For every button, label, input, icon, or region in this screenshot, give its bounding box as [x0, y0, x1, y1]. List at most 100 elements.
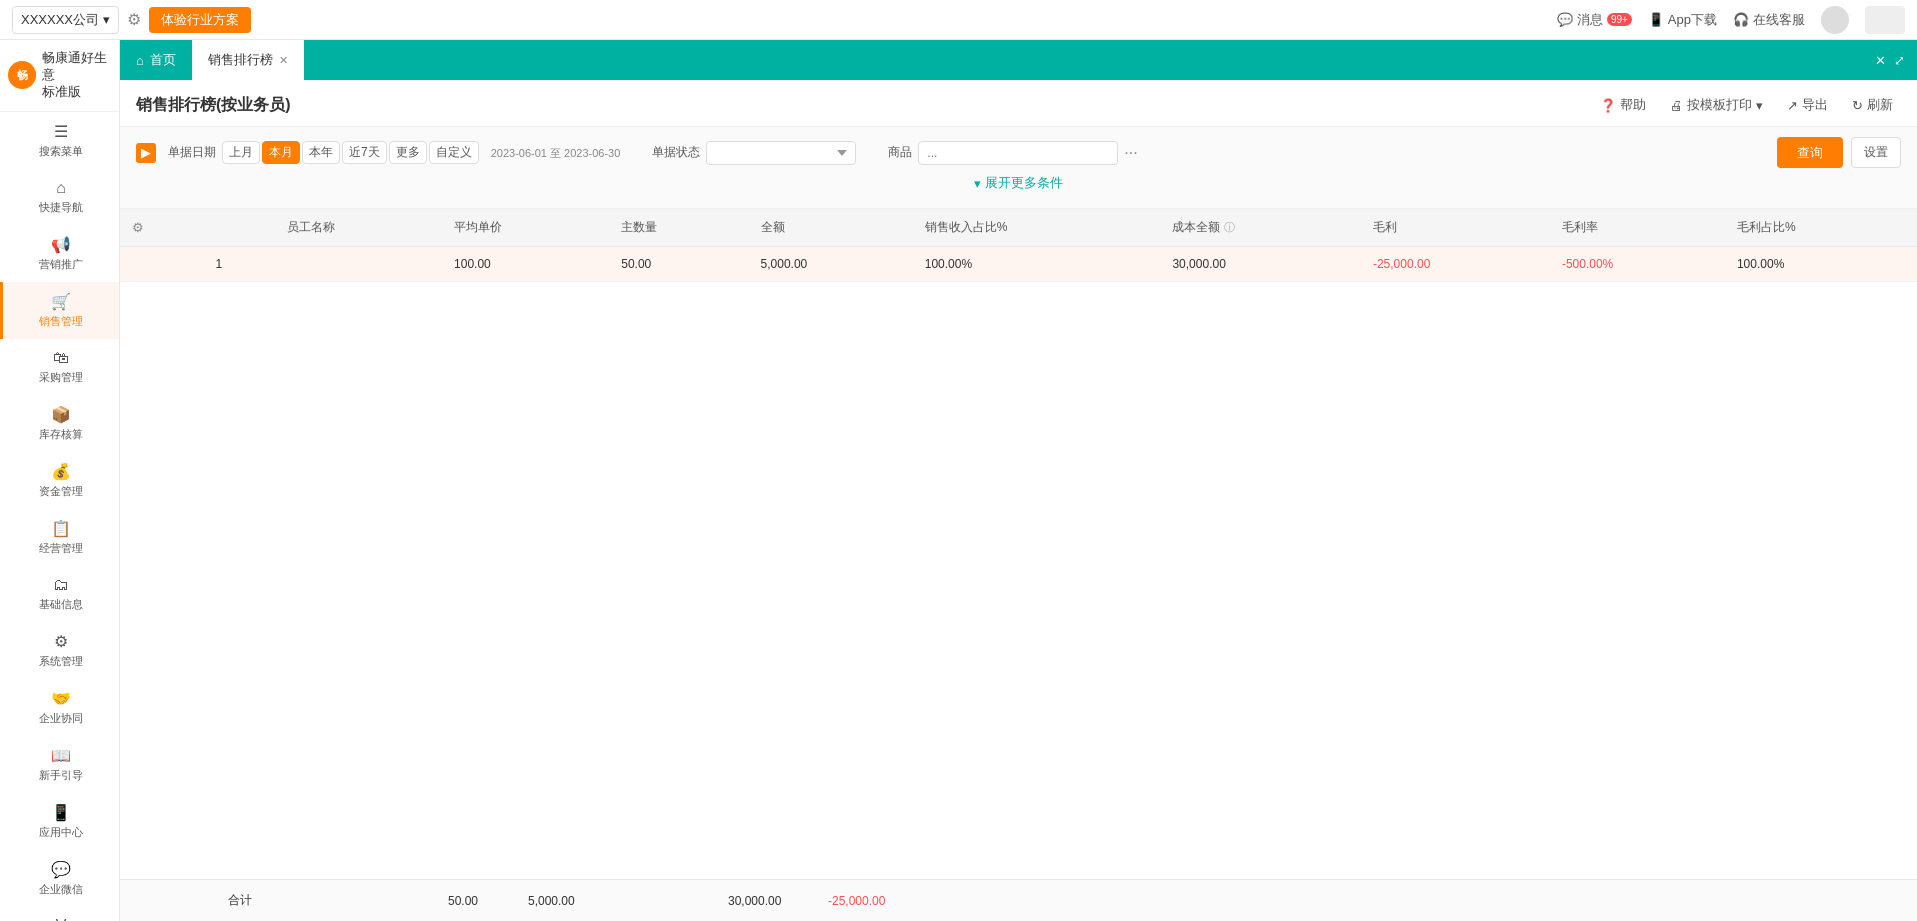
expand-more-btn[interactable]: ▾ 展开更多条件 — [974, 174, 1063, 192]
logo-icon: 畅 — [8, 59, 36, 91]
table-footer: 合计 50.00 5,000.00 30,000.00 -25,000.00 — [120, 879, 1917, 921]
status-filter: 单据状态 — [652, 141, 856, 165]
headset-icon: 🎧 — [1733, 12, 1749, 27]
goods-filter: 商品 ··· — [888, 141, 1137, 165]
filter-toggle-btn[interactable]: ▶ — [136, 143, 156, 163]
status-select[interactable] — [706, 141, 856, 165]
col-amount: 全额 — [749, 209, 913, 247]
sidebar-item-operations[interactable]: 📋 经营管理 — [0, 509, 119, 566]
top-bar: XXXXXX公司 ▾ ⚙ 体验行业方案 💬 消息 99+ 📱 App下载 🎧 在… — [0, 0, 1917, 40]
experience-btn[interactable]: 体验行业方案 — [149, 7, 251, 33]
col-rank — [204, 209, 275, 247]
filter-actions: 查询 设置 — [1777, 137, 1901, 168]
period-7days[interactable]: 近7天 — [342, 141, 387, 164]
period-prev-month[interactable]: 上月 — [222, 141, 260, 164]
app-download-btn[interactable]: 📱 App下载 — [1648, 11, 1717, 29]
sidebar-item-app-center[interactable]: 📱 应用中心 — [0, 793, 119, 850]
sidebar-item-vip[interactable]: V 畅会员 — [0, 907, 119, 921]
operations-icon: 📋 — [51, 519, 71, 538]
sidebar-item-search-orders[interactable]: ☰ 搜索菜单 — [0, 112, 119, 169]
refresh-btn[interactable]: ↻ 刷新 — [1844, 92, 1901, 118]
content-area: ⌂ 首页 销售排行榜 ✕ ✕ ⤢ 销售排行榜(按业务员) ❓ 帮助 — [120, 40, 1917, 921]
col-settings[interactable]: ⚙ — [120, 209, 204, 247]
newcomer-guide-icon: 📖 — [51, 746, 71, 765]
purchase-mgmt-label: 采购管理 — [39, 370, 83, 385]
sidebar-item-enterprise-wechat[interactable]: 💬 企业微信 — [0, 850, 119, 907]
date-range-text: 2023-06-01 至 2023-06-30 — [491, 146, 621, 161]
sidebar-item-finance[interactable]: 💰 资金管理 — [0, 452, 119, 509]
enterprise-collab-label: 企业协同 — [39, 711, 83, 726]
help-icon: ❓ — [1600, 98, 1616, 113]
sidebar-item-newcomer-guide[interactable]: 📖 新手引导 — [0, 736, 119, 793]
period-custom[interactable]: 自定义 — [429, 141, 479, 164]
table-row: 1 100.00 50.00 5,000.00 100.00% 30,000.0… — [120, 247, 1917, 282]
print-btn[interactable]: 🖨 按模板打印 ▾ — [1662, 92, 1771, 118]
sidebar: 畅 畅康通好生意 标准版 ☰ 搜索菜单 ⌂ 快捷导航 📢 营销推广 🛒 销售管理… — [0, 40, 120, 921]
tab-home[interactable]: ⌂ 首页 — [120, 40, 192, 80]
col-cost: 成本全额 ⓘ — [1160, 209, 1361, 247]
col-qty: 主数量 — [609, 209, 748, 247]
tab-close-icon[interactable]: ✕ — [279, 54, 288, 67]
goods-input[interactable] — [918, 141, 1118, 165]
col-profit: 毛利 — [1361, 209, 1550, 247]
query-btn[interactable]: 查询 — [1777, 137, 1843, 168]
goods-label: 商品 — [888, 144, 912, 161]
cell-settings — [120, 247, 204, 282]
sidebar-item-quick-nav[interactable]: ⌂ 快捷导航 — [0, 169, 119, 225]
table-body: 1 100.00 50.00 5,000.00 100.00% 30,000.0… — [120, 247, 1917, 282]
newcomer-guide-label: 新手引导 — [39, 768, 83, 783]
sidebar-item-system[interactable]: ⚙ 系统管理 — [0, 622, 119, 679]
page-content: 销售排行榜(按业务员) ❓ 帮助 🖨 按模板打印 ▾ ↗ 导出 — [120, 80, 1917, 921]
footer-profit: -25,000.00 — [816, 890, 916, 912]
sidebar-item-enterprise-collab[interactable]: 🤝 企业协同 — [0, 679, 119, 736]
sidebar-item-basic-info[interactable]: 🗂 基础信息 — [0, 566, 119, 622]
window-maximize-icon[interactable]: ⤢ — [1894, 53, 1905, 68]
goods-more-icon[interactable]: ··· — [1124, 144, 1137, 162]
chevron-down-icon: ▾ — [103, 12, 110, 27]
col-profit-rate: 毛利率 — [1550, 209, 1725, 247]
sidebar-item-marketing[interactable]: 📢 营销推广 — [0, 225, 119, 282]
col-name: 员工名称 — [275, 209, 442, 247]
table-wrapper: ⚙ 员工名称 平均单价 主数量 全额 销售收入占比% 成本全额 ⓘ 毛利 毛利率… — [120, 209, 1917, 879]
tabs-bar: ⌂ 首页 销售排行榜 ✕ ✕ ⤢ — [120, 40, 1917, 80]
enterprise-wechat-icon: 💬 — [51, 860, 71, 879]
enterprise-collab-icon: 🤝 — [51, 689, 71, 708]
main-layout: 畅 畅康通好生意 标准版 ☰ 搜索菜单 ⌂ 快捷导航 📢 营销推广 🛒 销售管理… — [0, 40, 1917, 921]
basic-info-icon: 🗂 — [53, 576, 69, 594]
col-sales-pct: 销售收入占比% — [913, 209, 1161, 247]
sales-mgmt-label: 销售管理 — [39, 314, 83, 329]
sidebar-item-sales-mgmt[interactable]: 🛒 销售管理 — [0, 282, 119, 339]
tab-sales-ranking[interactable]: 销售排行榜 ✕ — [192, 40, 304, 80]
period-current-year[interactable]: 本年 — [302, 141, 340, 164]
sidebar-item-purchase-mgmt[interactable]: 🛍 采购管理 — [0, 339, 119, 395]
app-center-icon: 📱 — [51, 803, 71, 822]
more-filter: ▾ 展开更多条件 — [136, 168, 1901, 198]
marketing-icon: 📢 — [51, 235, 71, 254]
footer-cost: 30,000.00 — [716, 890, 816, 912]
status-label: 单据状态 — [652, 144, 700, 161]
page-title: 销售排行榜(按业务员) — [136, 95, 291, 116]
company-selector[interactable]: XXXXXX公司 ▾ — [12, 6, 119, 34]
marketing-label: 营销推广 — [39, 257, 83, 272]
settings-icon[interactable]: ⚙ — [127, 10, 141, 29]
cell-profit-pct: 100.00% — [1725, 247, 1917, 282]
filter-settings-btn[interactable]: 设置 — [1851, 137, 1901, 168]
period-more[interactable]: 更多 — [389, 141, 427, 164]
window-close-icon[interactable]: ✕ — [1875, 53, 1886, 68]
cell-cost: 30,000.00 — [1160, 247, 1361, 282]
cell-avg-price: 100.00 — [442, 247, 609, 282]
sidebar-item-inventory[interactable]: 📦 库存核算 — [0, 395, 119, 452]
online-service-btn[interactable]: 🎧 在线客服 — [1733, 11, 1805, 29]
tab-sales-ranking-label: 销售排行榜 — [208, 51, 273, 69]
message-icon: 💬 — [1557, 12, 1573, 27]
help-btn[interactable]: ❓ 帮助 — [1592, 92, 1654, 118]
page-header: 销售排行榜(按业务员) ❓ 帮助 🖨 按模板打印 ▾ ↗ 导出 — [120, 80, 1917, 127]
export-btn[interactable]: ↗ 导出 — [1779, 92, 1836, 118]
table-header-row: ⚙ 员工名称 平均单价 主数量 全额 销售收入占比% 成本全额 ⓘ 毛利 毛利率… — [120, 209, 1917, 247]
avatar[interactable] — [1821, 6, 1849, 34]
message-btn[interactable]: 💬 消息 99+ — [1557, 11, 1632, 29]
quick-nav-icon: ⌂ — [56, 179, 66, 197]
period-current-month[interactable]: 本月 — [262, 141, 300, 164]
app-center-label: 应用中心 — [39, 825, 83, 840]
cell-name — [275, 247, 442, 282]
